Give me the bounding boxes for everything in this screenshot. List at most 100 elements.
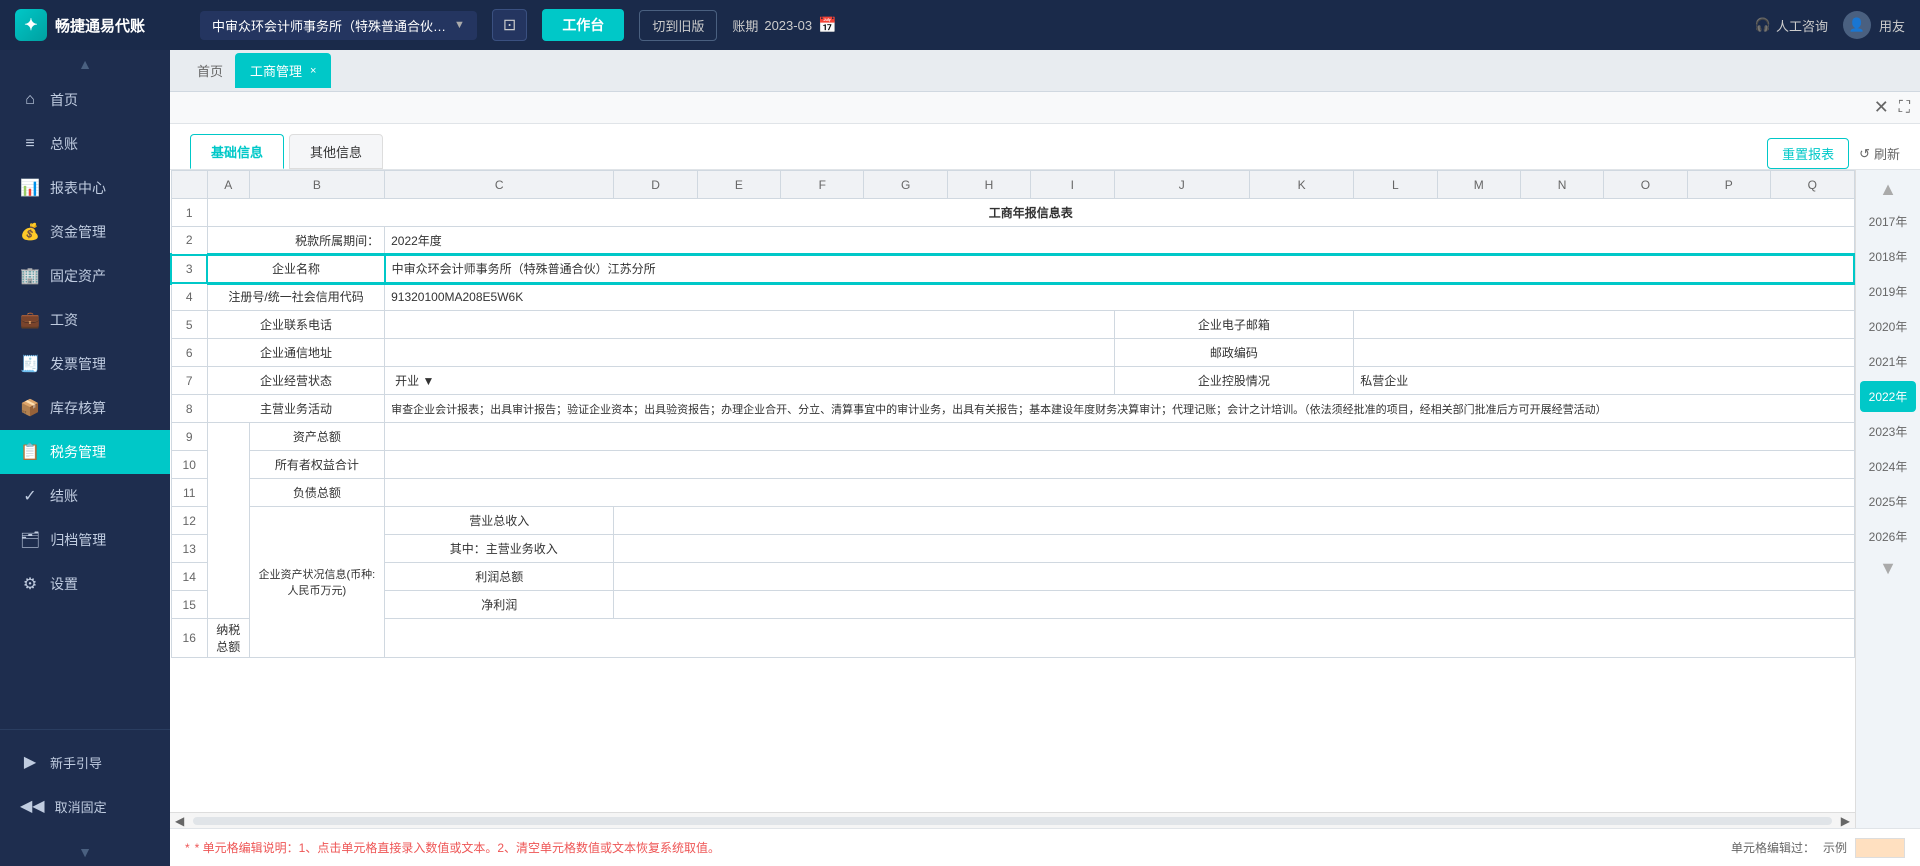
col-header-b: B <box>249 171 384 199</box>
sidebar-label-tax: 税务管理 <box>50 442 106 462</box>
main-biz-value[interactable]: 审查企业会计报表；出具审计报告；验证企业资本；出具验资报告；办理企业合开、分立、… <box>385 395 1854 423</box>
main-revenue-value[interactable] <box>614 535 1854 563</box>
table-row: 10 所有者权益合计 <box>171 451 1854 479</box>
sidebar-item-reports[interactable]: 📊 报表中心 <box>0 166 170 210</box>
spreadsheet-wrap[interactable]: A B C D E F G H I J <box>170 170 1855 812</box>
sub-tab-basic[interactable]: 基础信息 <box>190 134 284 169</box>
row-num-12: 12 <box>171 507 207 535</box>
row-num-6: 6 <box>171 339 207 367</box>
total-profit-label: 利润总额 <box>385 563 614 591</box>
table-row: 2 税款所属期间： 2022年度 <box>171 227 1854 255</box>
sidebar-item-guide[interactable]: ▶ 新手引导 <box>0 740 170 784</box>
calendar-icon[interactable]: 📅 <box>818 16 837 34</box>
year-nav-down[interactable]: ▼ <box>1875 554 1901 583</box>
sidebar-scroll-up[interactable]: ▲ <box>0 50 170 78</box>
close-icon[interactable]: ✕ <box>1874 97 1889 118</box>
col-header-l: L <box>1354 171 1437 199</box>
sidebar-bottom: ▶ 新手引导 ◀◀ 取消固定 <box>0 729 170 838</box>
scroll-right-icon[interactable]: ▶ <box>1836 814 1855 828</box>
period-label-cell: 税款所属期间： <box>207 227 384 255</box>
main-biz-label: 主营业务活动 <box>207 395 384 423</box>
email-value[interactable] <box>1354 311 1854 339</box>
sidebar-item-ledger[interactable]: ≡ 总账 <box>0 122 170 166</box>
tab-close-icon[interactable]: × <box>310 65 316 77</box>
total-revenue-value[interactable] <box>614 507 1854 535</box>
liabilities-label: 负债总额 <box>249 479 384 507</box>
workbench-button[interactable]: 工作台 <box>542 9 624 41</box>
assets-value[interactable] <box>385 423 1854 451</box>
year-item-2020[interactable]: 2020年 <box>1860 311 1916 342</box>
top-header: ✦ 畅捷通易代账 中审众环会计师事务所（特殊普通合伙… ▼ ⊡ 工作台 切到旧版… <box>0 0 1920 50</box>
col-header-n: N <box>1520 171 1603 199</box>
company-selector[interactable]: 中审众环会计师事务所（特殊普通合伙… ▼ <box>200 11 477 40</box>
guide-icon: ▶ <box>20 752 40 772</box>
old-version-button[interactable]: 切到旧版 <box>639 10 717 41</box>
close-bar: ✕ ⛶ <box>170 92 1920 124</box>
expand-icon[interactable]: ⛶ <box>1899 99 1910 117</box>
assets-area-cell <box>207 423 249 619</box>
sidebar-label-funds: 资金管理 <box>50 222 106 242</box>
year-item-2024[interactable]: 2024年 <box>1860 451 1916 482</box>
sidebar-item-settings[interactable]: ⚙ 设置 <box>0 562 170 606</box>
net-profit-value[interactable] <box>614 591 1854 619</box>
reset-button[interactable]: 重置报表 <box>1767 138 1849 169</box>
unpin-icon: ◀◀ <box>20 796 45 816</box>
year-item-2022[interactable]: 2022年 <box>1860 381 1916 412</box>
tab-home[interactable]: 首页 <box>185 53 235 88</box>
sidebar-item-funds[interactable]: 💰 资金管理 <box>0 210 170 254</box>
sidebar-item-payroll[interactable]: 💼 工资 <box>0 298 170 342</box>
reg-no-value[interactable]: 91320100MA208E5W6K <box>385 283 1854 311</box>
row-num-4: 4 <box>171 283 207 311</box>
company-name: 中审众环会计师事务所（特殊普通合伙… <box>212 16 446 35</box>
year-nav-up[interactable]: ▲ <box>1875 175 1901 204</box>
sidebar-item-tax[interactable]: 📋 税务管理 <box>0 430 170 474</box>
assets-label: 资产总额 <box>249 423 384 451</box>
table-row: 15 净利润 <box>171 591 1854 619</box>
col-header-h: H <box>947 171 1030 199</box>
equity-value[interactable] <box>385 451 1854 479</box>
holding-value[interactable]: 私营企业 <box>1354 367 1854 395</box>
company-name-value[interactable]: 中审众环会计师事务所（特殊普通合伙）江苏分所 <box>385 255 1854 283</box>
sidebar-item-assets[interactable]: 🏢 固定资产 <box>0 254 170 298</box>
copy-button[interactable]: ⊡ <box>492 9 527 41</box>
reports-icon: 📊 <box>20 178 40 198</box>
period-value-cell[interactable]: 2022年度 <box>385 227 1854 255</box>
year-item-2019[interactable]: 2019年 <box>1860 276 1916 307</box>
h-scroll-track[interactable] <box>193 817 1832 825</box>
total-tax-value[interactable] <box>385 619 1854 658</box>
biz-status-label: 企业经营状态 <box>207 367 384 395</box>
sidebar-scroll-down[interactable]: ▼ <box>0 838 170 866</box>
biz-status-value[interactable]: 开业 ▼ <box>385 367 1114 395</box>
liabilities-value[interactable] <box>385 479 1854 507</box>
sidebar-item-home[interactable]: ⌂ 首页 <box>0 78 170 122</box>
sidebar-item-inventory[interactable]: 📦 库存核算 <box>0 386 170 430</box>
invoice-icon: 🧾 <box>20 354 40 374</box>
year-item-2023[interactable]: 2023年 <box>1860 416 1916 447</box>
tab-business[interactable]: 工商管理 × <box>235 53 331 88</box>
year-item-2017[interactable]: 2017年 <box>1860 206 1916 237</box>
row-num-8: 8 <box>171 395 207 423</box>
phone-value[interactable] <box>385 311 1114 339</box>
scroll-left-icon[interactable]: ◀ <box>170 814 189 828</box>
bottom-bar: * * 单元格编辑说明：1、点击单元格直接录入数值或文本。2、清空单元格数值或文… <box>170 828 1920 866</box>
postcode-value[interactable] <box>1354 339 1854 367</box>
h-scroll-bar[interactable]: ◀ ▶ <box>170 812 1855 828</box>
sidebar-item-closing[interactable]: ✓ 结账 <box>0 474 170 518</box>
sidebar-item-invoice[interactable]: 🧾 发票管理 <box>0 342 170 386</box>
sub-tab-basic-label: 基础信息 <box>211 145 263 160</box>
sidebar-item-unpin[interactable]: ◀◀ 取消固定 <box>0 784 170 828</box>
sheet-title[interactable]: 工商年报信息表 <box>207 199 1854 227</box>
year-item-2018[interactable]: 2018年 <box>1860 241 1916 272</box>
address-value[interactable] <box>385 339 1114 367</box>
user-area[interactable]: 👤 用友 <box>1843 11 1905 39</box>
year-item-2026[interactable]: 2026年 <box>1860 521 1916 552</box>
sidebar-item-archive[interactable]: 🗂 归档管理 <box>0 518 170 562</box>
refresh-button[interactable]: ↺ 刷新 <box>1859 144 1900 163</box>
year-item-2025[interactable]: 2025年 <box>1860 486 1916 517</box>
total-profit-value[interactable] <box>614 563 1854 591</box>
help-button[interactable]: 🎧 人工咨询 <box>1755 16 1828 35</box>
sub-tab-other[interactable]: 其他信息 <box>289 134 383 169</box>
content-area: 首页 工商管理 × ✕ ⛶ 基础信息 其他信息 重置报表 <box>170 50 1920 866</box>
year-item-2021[interactable]: 2021年 <box>1860 346 1916 377</box>
table-row: 4 注册号/统一社会信用代码 91320100MA208E5W6K <box>171 283 1854 311</box>
